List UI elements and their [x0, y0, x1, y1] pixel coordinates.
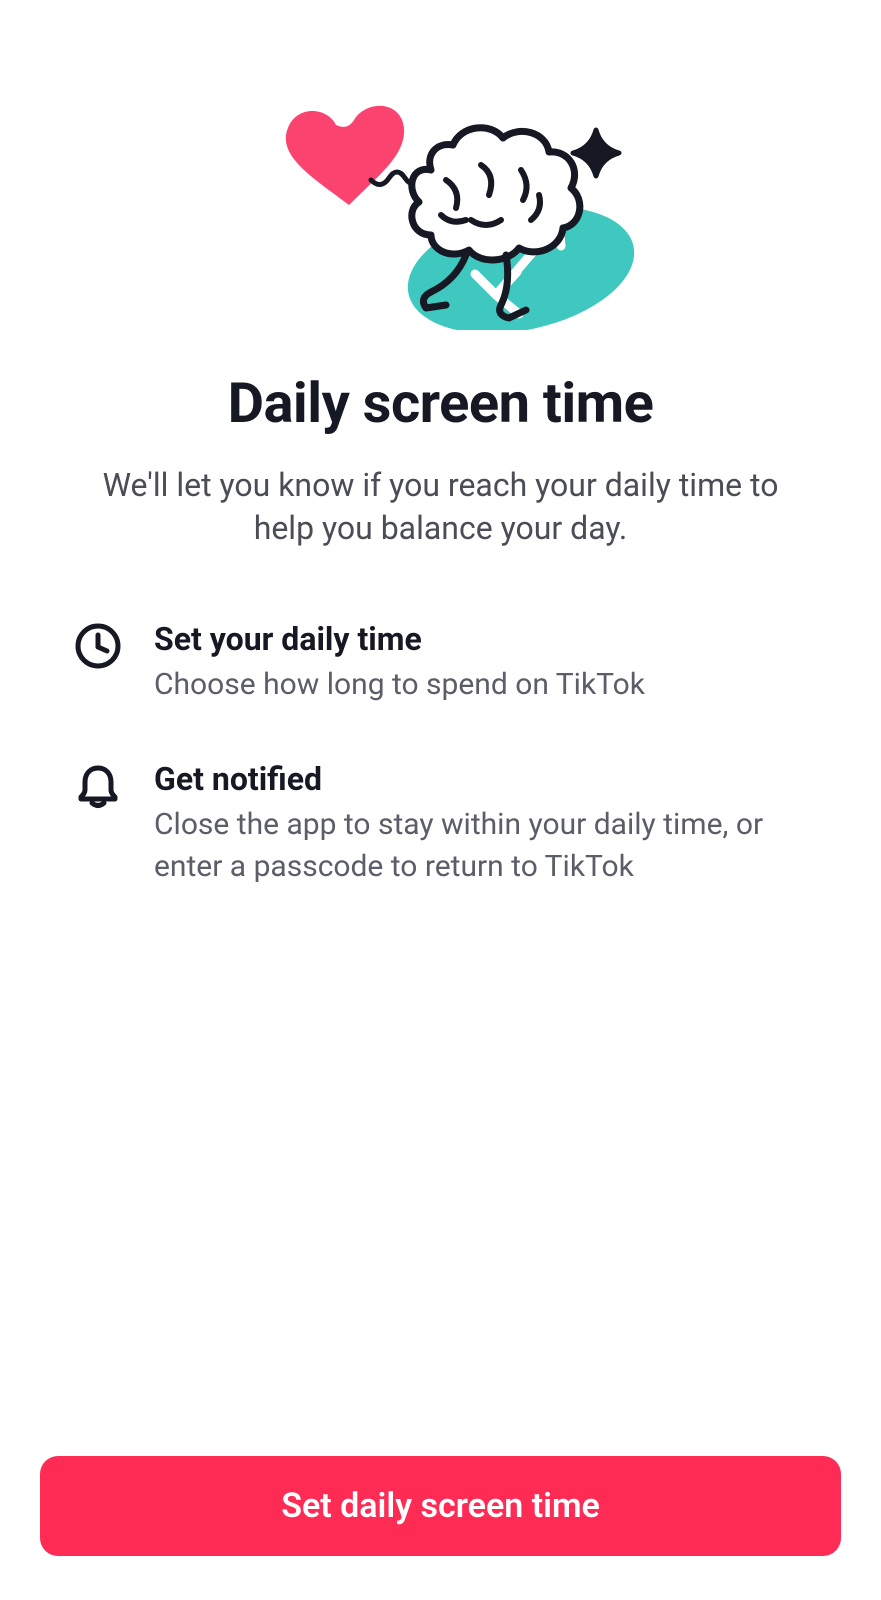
hero-illustration — [231, 70, 651, 330]
page-subtitle: We'll let you know if you reach your dai… — [40, 464, 841, 550]
feature-set-daily-time: Set your daily time Choose how long to s… — [74, 620, 807, 706]
bell-icon — [74, 762, 122, 810]
page-title: Daily screen time — [40, 370, 841, 436]
clock-icon — [74, 622, 122, 670]
set-daily-screen-time-button[interactable]: Set daily screen time — [40, 1456, 841, 1556]
feature-get-notified: Get notified Close the app to stay withi… — [74, 760, 807, 888]
feature-title: Get notified — [154, 760, 807, 798]
feature-list: Set your daily time Choose how long to s… — [40, 620, 841, 942]
feature-description: Choose how long to spend on TikTok — [154, 664, 807, 706]
feature-description: Close the app to stay within your daily … — [154, 804, 807, 888]
feature-title: Set your daily time — [154, 620, 807, 658]
